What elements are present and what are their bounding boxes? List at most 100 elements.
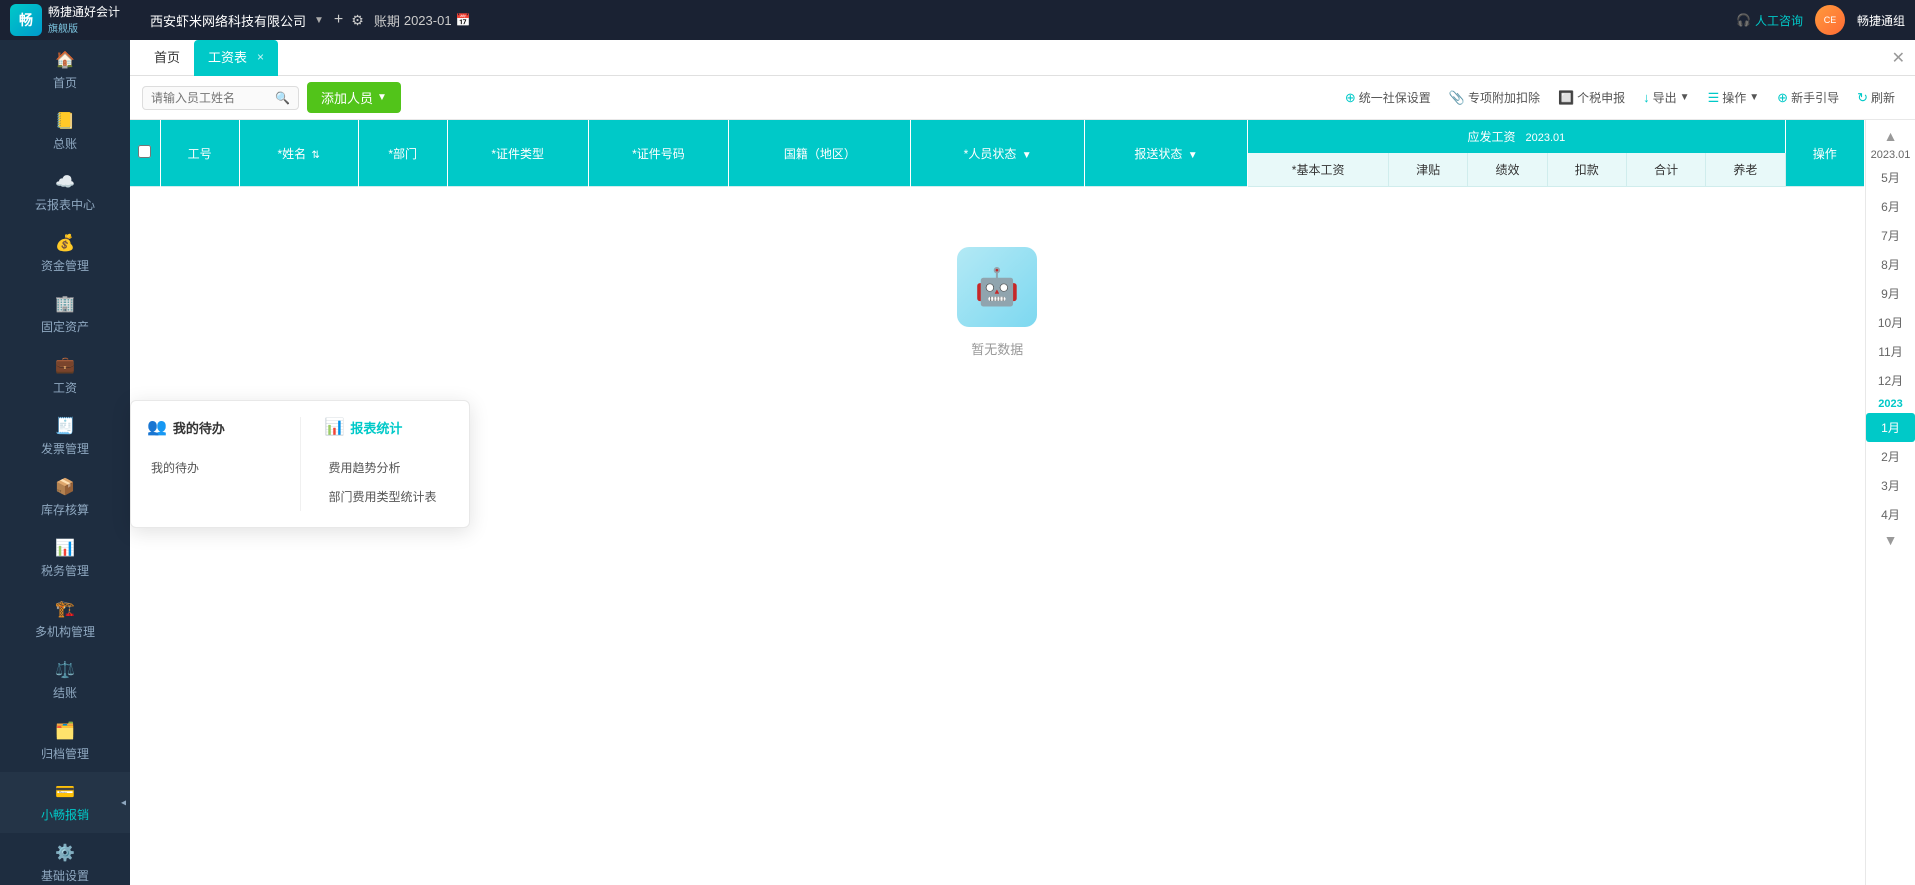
salary-icon: 💼 [55, 355, 75, 375]
submenu-todo-section: 👥 我的待办 我的待办 [147, 417, 276, 511]
sidebar-item-fund-label: 资金管理 [41, 257, 89, 274]
tab-home[interactable]: 首页 [140, 40, 194, 76]
month-6[interactable]: 6月 [1866, 192, 1915, 221]
col-checkbox[interactable] [130, 120, 160, 187]
submenu-divider [300, 417, 301, 511]
guide-icon-tb: ⊕ [1777, 90, 1788, 106]
month-10[interactable]: 10月 [1866, 308, 1915, 337]
sidebar-item-cloud-report[interactable]: ☁️ 云报表中心 [0, 162, 130, 223]
toolbar-actions: ⊕ 统一社保设置 📎 专项附加扣除 🔲 个税申报 ↓ 导出 ▼ ☰ [1337, 84, 1903, 111]
month-1-active[interactable]: 1月 [1866, 413, 1915, 442]
month-5[interactable]: 5月 [1866, 163, 1915, 192]
col-id-type: *证件类型 [447, 120, 588, 187]
sidebar-item-archive[interactable]: 🗂️ 归档管理 [0, 711, 130, 772]
col-number: 工号 [160, 120, 239, 187]
sidebar-item-cloud-label: 云报表中心 [35, 196, 95, 213]
refresh-btn[interactable]: ↻ 刷新 [1849, 84, 1903, 111]
sidebar-item-inventory[interactable]: 📦 库存核算 [0, 467, 130, 528]
col-name: *姓名 ⇅ [239, 120, 358, 187]
sidebar-item-ledger[interactable]: 📒 总账 [0, 101, 130, 162]
submenu-todo-item[interactable]: 我的待办 [147, 453, 276, 482]
add-person-arrow: ▼ [377, 92, 387, 103]
col-report-status: 报送状态 ▼ [1084, 120, 1247, 187]
social-security-btn[interactable]: ⊕ 统一社保设置 [1337, 84, 1439, 111]
todo-section-icon: 👥 [147, 417, 167, 437]
header-action-buttons: + ⚙ [334, 11, 364, 29]
empty-icon [957, 247, 1037, 327]
col-operation: 操作 [1785, 120, 1864, 187]
report-status-filter[interactable]: ▼ [1188, 150, 1198, 161]
month-7[interactable]: 7月 [1866, 221, 1915, 250]
invoice-icon: 🧾 [55, 416, 75, 436]
month-11[interactable]: 11月 [1866, 337, 1915, 366]
month-nav-down[interactable]: ▼ [1881, 529, 1901, 551]
person-status-filter[interactable]: ▼ [1022, 150, 1032, 161]
sidebar-item-fund[interactable]: 💰 资金管理 [0, 223, 130, 284]
sidebar-item-fixed-assets[interactable]: 🏢 固定资产 [0, 284, 130, 345]
operate-label: 操作 [1722, 89, 1746, 106]
sidebar-item-xiaochang-label: 小畅报销 [41, 806, 89, 823]
month-3[interactable]: 3月 [1866, 471, 1915, 500]
submenu-panel: 👥 我的待办 我的待办 📊 报表统计 费用趋势分析 部门费用类型统计表 [130, 400, 470, 528]
additional-deduction-btn[interactable]: 📎 专项附加扣除 [1441, 84, 1548, 111]
search-input[interactable] [151, 91, 271, 105]
settings-button[interactable]: ⚙ [351, 12, 364, 29]
sidebar-item-salary[interactable]: 💼 工资 [0, 345, 130, 406]
submenu-cost-trend[interactable]: 费用趋势分析 [325, 453, 454, 482]
add-button[interactable]: + [334, 11, 343, 29]
sidebar-item-tax[interactable]: 📊 税务管理 [0, 528, 130, 589]
search-box[interactable]: 🔍 [142, 86, 299, 110]
col-person-status: *人员状态 ▼ [911, 120, 1084, 187]
col-department: *部门 [358, 120, 447, 187]
add-person-button[interactable]: 添加人员 ▼ [307, 82, 401, 113]
month-8[interactable]: 8月 [1866, 250, 1915, 279]
sidebar-item-settle-label: 结账 [53, 684, 77, 701]
service-label: 人工咨询 [1755, 12, 1803, 29]
inventory-icon: 📦 [55, 477, 75, 497]
add-person-label: 添加人员 [321, 88, 373, 107]
tab-salary-label: 工资表 [208, 47, 247, 66]
export-btn[interactable]: ↓ 导出 ▼ [1635, 84, 1697, 111]
month-nav-up[interactable]: ▲ [1881, 125, 1901, 147]
company-selector[interactable]: 西安虾米网络科技有限公司 ▼ [150, 11, 324, 30]
personal-tax-btn[interactable]: 🔲 个税申报 [1550, 84, 1633, 111]
month-4[interactable]: 4月 [1866, 500, 1915, 529]
period-label: 账期 [374, 11, 400, 30]
deduction-icon: 📎 [1449, 90, 1465, 106]
sidebar-item-home[interactable]: 🏠 首页 [0, 40, 130, 101]
tab-salary[interactable]: 工资表 × [194, 40, 278, 76]
logo-text-group: 畅捷通好会计 旗舰版 [48, 5, 120, 34]
submenu-report-section: 📊 报表统计 费用趋势分析 部门费用类型统计表 [325, 417, 454, 511]
logo-icon: 畅 [10, 4, 42, 36]
service-button[interactable]: 🎧 人工咨询 [1736, 12, 1803, 29]
sidebar-item-invoice-label: 发票管理 [41, 440, 89, 457]
name-sort[interactable]: ⇅ [311, 150, 319, 161]
select-all-checkbox[interactable] [138, 145, 151, 158]
right-panel-month-selector: ▲ 2023.01 5月 6月 7月 8月 9月 10月 11月 12月 202… [1865, 120, 1915, 885]
sidebar-item-basic[interactable]: ⚙️ 基础设置 [0, 833, 130, 885]
submenu-dept-cost[interactable]: 部门费用类型统计表 [325, 482, 454, 511]
guide-btn[interactable]: ⊕ 新手引导 [1769, 84, 1847, 111]
submenu-report-label: 报表统计 [350, 418, 402, 437]
sidebar-item-settle[interactable]: ⚖️ 结账 [0, 650, 130, 711]
month-12[interactable]: 12月 [1866, 366, 1915, 395]
sidebar-item-multi-org[interactable]: 🏗️ 多机构管理 [0, 589, 130, 650]
tab-close-button[interactable]: × [257, 50, 264, 64]
tax-report-icon: 🔲 [1558, 90, 1574, 106]
sidebar-item-xiaochang[interactable]: 💳 小畅报销 ◂ [0, 772, 130, 833]
month-2[interactable]: 2月 [1866, 442, 1915, 471]
social-security-label: 统一社保设置 [1359, 89, 1431, 106]
operate-btn[interactable]: ☰ 操作 ▼ [1700, 84, 1768, 111]
tab-close-global[interactable]: ✕ [1892, 48, 1905, 68]
report-section-icon: 📊 [325, 417, 345, 437]
sidebar-item-tax-label: 税务管理 [41, 562, 89, 579]
submenu-todo-title: 👥 我的待办 [147, 417, 276, 443]
sidebar-item-assets-label: 固定资产 [41, 318, 89, 335]
col-id-number: *证件号码 [588, 120, 729, 187]
logo-initials-text: 畅 [19, 10, 33, 30]
period-display[interactable]: 账期 2023-01 📅 [374, 11, 471, 30]
month-9[interactable]: 9月 [1866, 279, 1915, 308]
user-name: 畅捷通组 [1857, 12, 1905, 29]
multi-org-icon: 🏗️ [55, 599, 75, 619]
sidebar-item-invoice[interactable]: 🧾 发票管理 [0, 406, 130, 467]
